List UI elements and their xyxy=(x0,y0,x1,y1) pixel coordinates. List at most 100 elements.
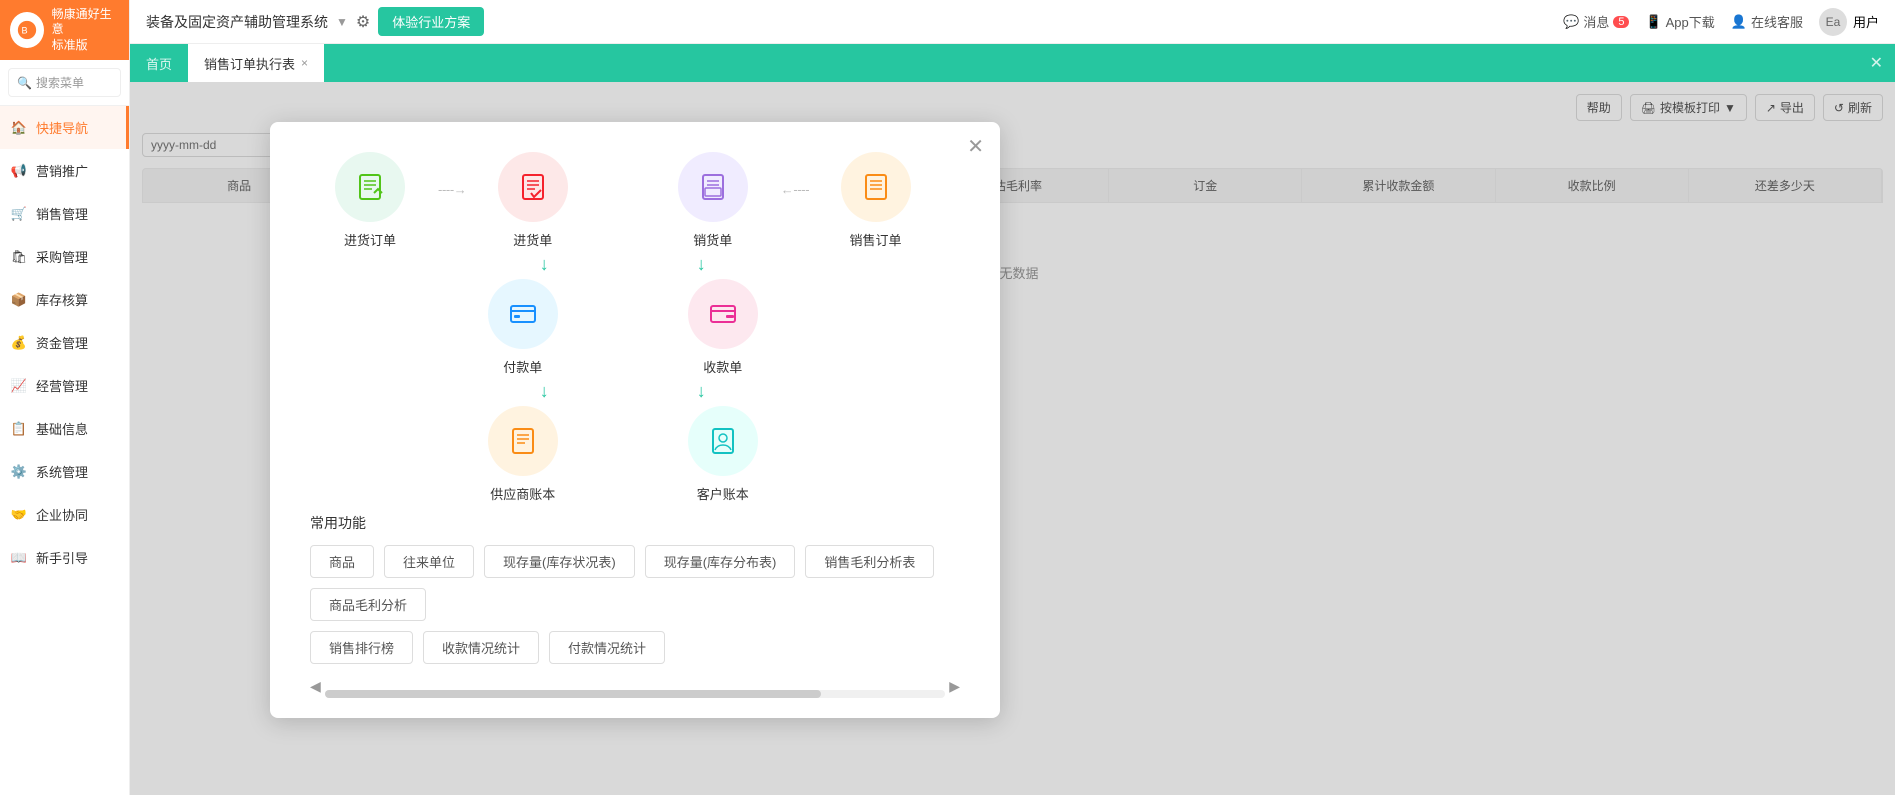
flow-diagram: 进货订单 - - - - → xyxy=(310,152,960,503)
system-icon: ⚙️ xyxy=(10,463,28,481)
megaphone-icon: 📢 xyxy=(10,162,28,180)
info-icon: 📋 xyxy=(10,420,28,438)
purchase-icon: 🛍 xyxy=(10,248,28,266)
home-icon: 🏠 xyxy=(10,119,28,137)
dropdown-arrow-icon[interactable]: ▼ xyxy=(336,15,348,29)
sales-order-right-label: 销售订单 xyxy=(850,230,902,249)
tab-sales-order[interactable]: 销售订单执行表 × xyxy=(188,44,324,82)
tabs-close-all-btn[interactable]: ✕ xyxy=(1858,44,1895,82)
message-badge: 5 xyxy=(1613,16,1629,28)
user-menu[interactable]: Ea 用户 xyxy=(1819,8,1879,36)
purchase-receipt-node[interactable]: 进货单 xyxy=(473,152,593,249)
search-icon: 🔍 xyxy=(17,76,32,90)
tab-home[interactable]: 首页 xyxy=(130,44,188,82)
logo-text: 畅康通好生意 标准版 xyxy=(52,7,119,54)
sidebar-search[interactable]: 🔍 搜索菜单 xyxy=(0,60,129,106)
svg-text:B: B xyxy=(21,26,27,36)
func-btn-payment-stats[interactable]: 付款情况统计 xyxy=(549,631,665,664)
sidebar-item-operations[interactable]: 📈 经营管理 xyxy=(0,364,129,407)
tabs-bar: 首页 销售订单执行表 × ✕ xyxy=(130,44,1895,82)
flow-modal: ✕ 进货订单 xyxy=(270,122,1000,718)
inventory-icon: 📦 xyxy=(10,291,28,309)
func-btn-inventory-dist[interactable]: 现存量(库存分布表) xyxy=(645,545,796,578)
avatar: Ea xyxy=(1819,8,1847,36)
sales-order-right-node[interactable]: 销售订单 xyxy=(816,152,936,249)
arrow-down-customer: ↓ xyxy=(697,376,706,406)
supplier-ledger-label: 供应商账本 xyxy=(490,484,555,503)
search-menu-btn[interactable]: 🔍 搜索菜单 xyxy=(8,68,121,97)
sidebar-item-quick-nav[interactable]: 🏠 快捷导航 xyxy=(0,106,129,149)
sidebar-nav: 🏠 快捷导航 📢 营销推广 🛒 销售管理 🛍 采购管理 📦 库存核算 💰 xyxy=(0,106,129,795)
message-action[interactable]: 💬 消息 5 xyxy=(1563,12,1629,31)
modal-scrollbar[interactable] xyxy=(325,690,945,698)
modal-overlay: ✕ 进货订单 xyxy=(130,82,1895,795)
topbar-actions: 💬 消息 5 📱 App下载 👤 在线客服 Ea 用户 xyxy=(1563,8,1879,36)
settings-icon[interactable]: ⚙ xyxy=(356,12,370,32)
func-row-2: 销售排行榜 收款情况统计 付款情况统计 xyxy=(310,631,960,664)
sidebar-item-newbie[interactable]: 📖 新手引导 xyxy=(0,536,129,579)
supplier-ledger-node[interactable]: 供应商账本 xyxy=(463,406,583,503)
sidebar-item-basic-info[interactable]: 📋 基础信息 xyxy=(0,407,129,450)
scrollbar-thumb xyxy=(325,690,821,698)
func-btn-goods[interactable]: 商品 xyxy=(310,545,374,578)
common-functions-title: 常用功能 xyxy=(310,513,960,533)
sidebar-item-purchase[interactable]: 🛍 采购管理 xyxy=(0,235,129,278)
enterprise-icon: 🤝 xyxy=(10,506,28,524)
main-content: 装备及固定资产辅助管理系统 ▼ ⚙ 体验行业方案 💬 消息 5 📱 App下载 … xyxy=(130,0,1895,795)
sidebar-logo: B 畅康通好生意 标准版 xyxy=(0,0,129,60)
func-btn-inventory-status[interactable]: 现存量(库存状况表) xyxy=(484,545,635,578)
sidebar-item-enterprise[interactable]: 🤝 企业协同 xyxy=(0,493,129,536)
customer-ledger-icon xyxy=(688,406,758,476)
sales-icon: 🛒 xyxy=(10,205,28,223)
sidebar-item-system[interactable]: ⚙️ 系统管理 xyxy=(0,450,129,493)
func-btn-receipt-stats[interactable]: 收款情况统计 xyxy=(423,631,539,664)
arrow-down-payment: ↓ xyxy=(540,249,549,279)
sales-order-label: 销货单 xyxy=(693,230,732,249)
receipt-node[interactable]: 收款单 xyxy=(663,279,783,376)
purchase-receipt-label: 进货单 xyxy=(513,230,552,249)
logo-icon: B xyxy=(10,12,44,48)
scroll-left-btn[interactable]: ◀ xyxy=(310,678,321,695)
system-title: 装备及固定资产辅助管理系统 xyxy=(146,12,328,32)
topbar-left: 装备及固定资产辅助管理系统 ▼ ⚙ 体验行业方案 xyxy=(146,7,1551,36)
func-btn-counterpart[interactable]: 往来单位 xyxy=(384,545,474,578)
payment-icon xyxy=(488,279,558,349)
topbar: 装备及固定资产辅助管理系统 ▼ ⚙ 体验行业方案 💬 消息 5 📱 App下载 … xyxy=(130,0,1895,44)
content-area: 帮助 🖨 按模板打印 ▼ ↗ 导出 ↺ 刷新 xyxy=(130,82,1895,795)
sidebar-item-sales[interactable]: 🛒 销售管理 xyxy=(0,192,129,235)
sidebar-item-inventory[interactable]: 📦 库存核算 xyxy=(0,278,129,321)
app-download-action[interactable]: 📱 App下载 xyxy=(1645,12,1714,31)
customer-ledger-node[interactable]: 客户账本 xyxy=(663,406,783,503)
finance-icon: 💰 xyxy=(10,334,28,352)
customer-ledger-label: 客户账本 xyxy=(697,484,749,503)
func-btn-sales-profit[interactable]: 销售毛利分析表 xyxy=(805,545,934,578)
purchase-order-icon xyxy=(335,152,405,222)
arrow-down-receipt: ↓ xyxy=(697,249,706,279)
purchase-order-node[interactable]: 进货订单 xyxy=(310,152,430,249)
sidebar-item-finance[interactable]: 💰 资金管理 xyxy=(0,321,129,364)
func-btn-goods-profit[interactable]: 商品毛利分析 xyxy=(310,588,426,621)
scroll-right-btn[interactable]: ▶ xyxy=(949,678,960,695)
sales-order-right-icon xyxy=(841,152,911,222)
func-btn-sales-rank[interactable]: 销售排行榜 xyxy=(310,631,413,664)
modal-scrollbar-area: ◀ ▶ xyxy=(310,674,960,698)
payment-node[interactable]: 付款单 xyxy=(463,279,583,376)
express-btn[interactable]: 体验行业方案 xyxy=(378,7,484,36)
supplier-ledger-icon xyxy=(488,406,558,476)
sidebar-item-marketing[interactable]: 📢 营销推广 xyxy=(0,149,129,192)
online-service-action[interactable]: 👤 在线客服 xyxy=(1731,12,1803,31)
func-row-1: 商品 往来单位 现存量(库存状况表) 现存量(库存分布表) 销售毛利分析表 商品… xyxy=(310,545,960,621)
payment-label: 付款单 xyxy=(503,357,542,376)
purchase-receipt-icon xyxy=(498,152,568,222)
sidebar: B 畅康通好生意 标准版 🔍 搜索菜单 🏠 快捷导航 📢 营销推广 � xyxy=(0,0,130,795)
message-icon: 💬 xyxy=(1563,14,1579,30)
receipt-icon xyxy=(688,279,758,349)
tab-close-btn[interactable]: × xyxy=(301,56,308,70)
arrow-down-supplier: ↓ xyxy=(540,376,549,406)
sales-order-icon xyxy=(678,152,748,222)
sales-order-node[interactable]: 销货单 xyxy=(653,152,773,249)
app-download-icon: 📱 xyxy=(1645,14,1661,30)
purchase-order-label: 进货订单 xyxy=(344,230,396,249)
operations-icon: 📈 xyxy=(10,377,28,395)
modal-close-btn[interactable]: ✕ xyxy=(967,134,984,159)
